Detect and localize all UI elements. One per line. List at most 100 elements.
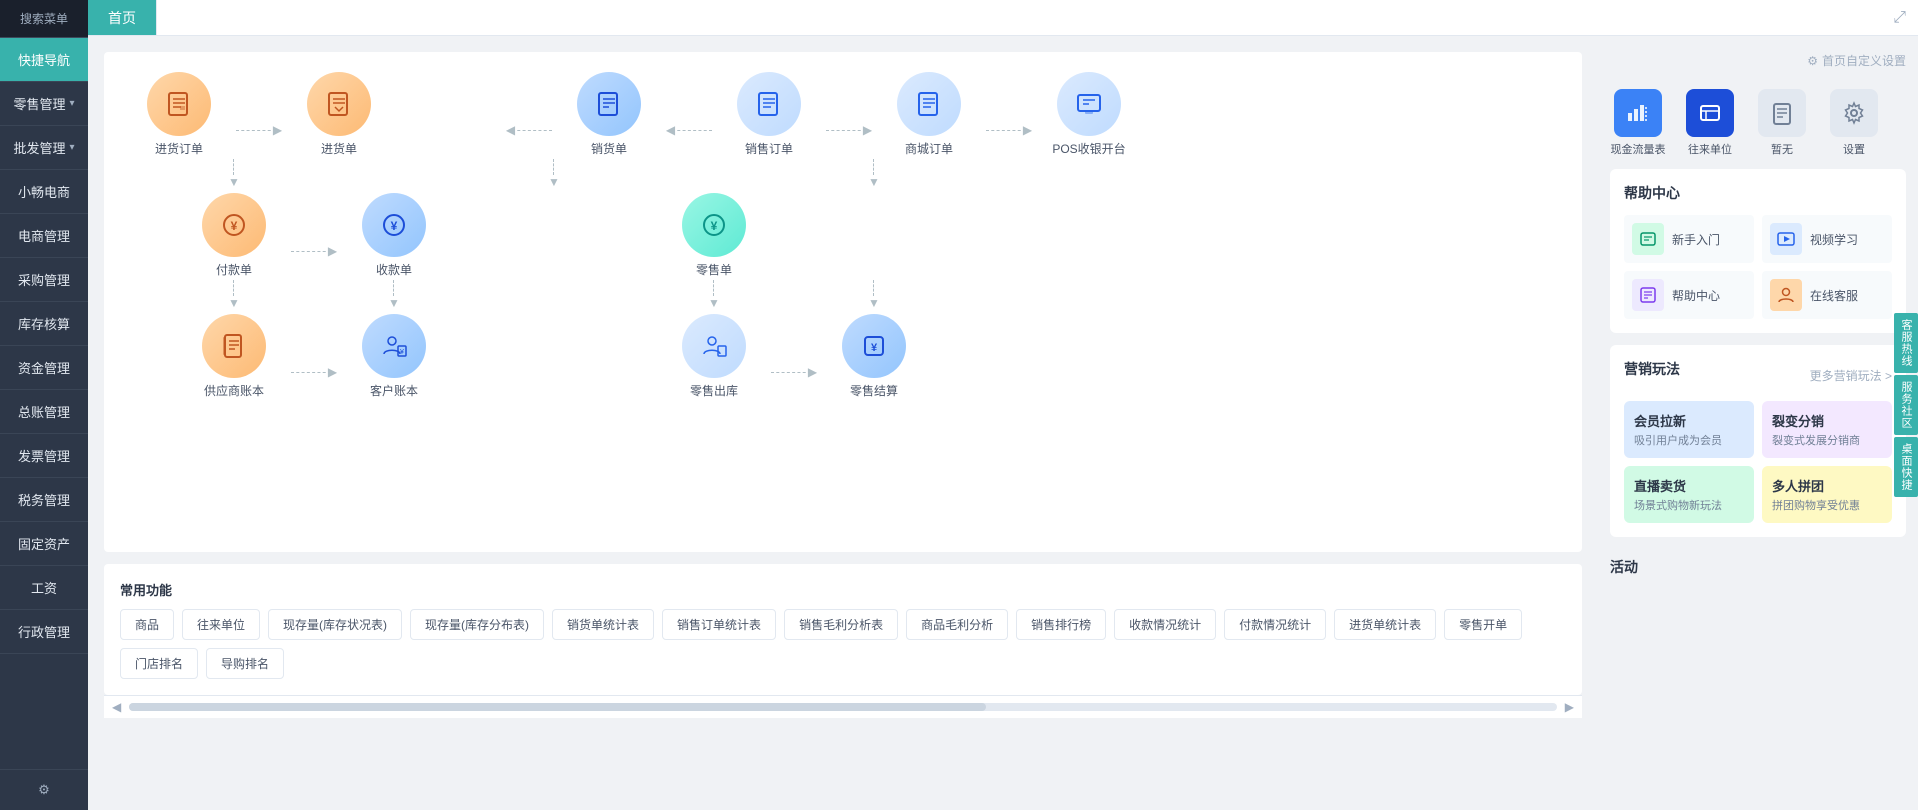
quick-nav-cashflow[interactable]: 现金流量表 <box>1610 89 1666 157</box>
sidebar-item-ledger[interactable]: 总账管理 <box>0 390 88 434</box>
quick-nav-settings[interactable]: 设置 <box>1826 89 1882 157</box>
flow-node-purchase[interactable]: 进货单 <box>284 72 394 157</box>
sidebar-item-tax[interactable]: 税务管理 <box>0 478 88 522</box>
activity-section: 活动 <box>1610 549 1906 581</box>
fission-desc: 裂变式发展分销商 <box>1772 432 1882 448</box>
sidebar-item-purchase[interactable]: 采购管理 <box>0 258 88 302</box>
svg-text:¥: ¥ <box>400 349 404 356</box>
marketing-item-live[interactable]: 直播卖货 场景式购物新玩法 <box>1624 466 1754 523</box>
retail-label: 零售单 <box>696 261 732 278</box>
func-btn-sales-order-stats[interactable]: 销售订单统计表 <box>662 609 776 640</box>
flow-node-sales[interactable]: 销货单 <box>554 72 664 157</box>
func-btn-sales-rank[interactable]: 销售排行榜 <box>1016 609 1106 640</box>
retail-settle-icon: ¥ <box>842 314 906 378</box>
func-btn-purchase-stats[interactable]: 进货单统计表 <box>1334 609 1436 640</box>
sidebar-item-assets[interactable]: 固定资产 <box>0 522 88 566</box>
help-item-help-center[interactable]: 帮助中心 <box>1624 271 1754 319</box>
func-btn-product[interactable]: 商品 <box>120 609 174 640</box>
sidebar-item-ecom[interactable]: 电商管理 <box>0 214 88 258</box>
mall-order-label: 商城订单 <box>905 140 953 157</box>
scroll-left-arrow[interactable]: ◀ <box>112 700 121 714</box>
float-btn-community[interactable]: 服务社区 <box>1894 375 1918 435</box>
sidebar-item-retail[interactable]: 零售管理 ▾ <box>0 82 88 126</box>
marketing-item-member[interactable]: 会员拉新 吸引用户成为会员 <box>1624 401 1754 458</box>
flow-node-payment[interactable]: ¥ 付款单 <box>179 193 289 278</box>
func-btn-sales-stats[interactable]: 销货单统计表 <box>552 609 654 640</box>
func-btn-stock-status[interactable]: 现存量(库存状况表) <box>268 609 402 640</box>
none-label: 暂无 <box>1771 141 1793 157</box>
tab-home[interactable]: 首页 <box>88 0 157 35</box>
sidebar-item-inventory[interactable]: 库存核算 <box>0 302 88 346</box>
arrow-3-4: ◀ <box>504 123 554 157</box>
expand-icon[interactable]: ⤢ <box>1881 0 1918 35</box>
svg-text:¥: ¥ <box>391 219 398 233</box>
flow-node-supplier-book[interactable]: 供应商账本 <box>179 314 289 399</box>
flow-section: 进货订单 ▶ <box>124 72 1562 532</box>
float-btn-hotline[interactable]: 客服热线 <box>1894 313 1918 373</box>
help-center-title: 帮助中心 <box>1624 183 1892 203</box>
none-icon-box <box>1758 89 1806 137</box>
func-btn-payment-stats[interactable]: 付款情况统计 <box>1224 609 1326 640</box>
func-btn-store-rank[interactable]: 门店排名 <box>120 648 198 679</box>
arrow-6-7: ▶ <box>984 123 1034 157</box>
flow-card: 进货订单 ▶ <box>104 52 1582 552</box>
sidebar-settings[interactable]: ⚙ <box>0 769 88 810</box>
scroll-track[interactable] <box>129 703 1557 711</box>
marketing-item-fission[interactable]: 裂变分销 裂变式发展分销商 <box>1762 401 1892 458</box>
sidebar-item-quick-nav[interactable]: 快捷导航 <box>0 38 88 82</box>
sidebar-item-label: 发票管理 <box>18 446 70 465</box>
sidebar-item-label: 库存核算 <box>18 314 70 333</box>
flow-node-retail-settle[interactable]: ¥ 零售结算 <box>819 314 929 399</box>
help-item-online-cs[interactable]: 在线客服 <box>1762 271 1892 319</box>
help-item-beginner[interactable]: 新手入门 <box>1624 215 1754 263</box>
marketing-item-group[interactable]: 多人拼团 拼团购物享受优惠 <box>1762 466 1892 523</box>
more-marketing-link[interactable]: 更多营销玩法 > <box>1810 367 1892 384</box>
flow-node-pos[interactable]: POS收银开台 <box>1034 72 1144 157</box>
member-desc: 吸引用户成为会员 <box>1634 432 1744 448</box>
help-item-video[interactable]: 视频学习 <box>1762 215 1892 263</box>
sidebar-item-ecom-small[interactable]: 小畅电商 <box>0 170 88 214</box>
content-area: 进货订单 ▶ <box>88 36 1918 810</box>
arrow-5-6: ▶ <box>824 123 874 157</box>
payment-icon: ¥ <box>202 193 266 257</box>
sidebar-item-label: 采购管理 <box>18 270 70 289</box>
func-btn-sales-margin[interactable]: 销售毛利分析表 <box>784 609 898 640</box>
flow-node-receipt[interactable]: ¥ 收款单 <box>339 193 449 278</box>
func-btn-guide-rank[interactable]: 导购排名 <box>206 648 284 679</box>
quick-nav-none[interactable]: 暂无 <box>1754 89 1810 157</box>
func-btn-counterparty[interactable]: 往来单位 <box>182 609 260 640</box>
sidebar-item-payroll[interactable]: 工资 <box>0 566 88 610</box>
fission-title: 裂变分销 <box>1772 411 1882 430</box>
customize-link[interactable]: ⚙ 首页自定义设置 <box>1807 52 1906 69</box>
common-functions-section: 常用功能 商品 往来单位 现存量(库存状况表) 现存量(库存分布表) 销货单统计… <box>104 564 1582 695</box>
right-panel: ⚙ 首页自定义设置 现金流量表 <box>1598 36 1918 810</box>
flow-node-retail[interactable]: ¥ 零售单 <box>659 193 769 278</box>
purchase-order-label: 进货订单 <box>155 140 203 157</box>
chevron-down-icon: ▾ <box>69 98 74 109</box>
func-btn-retail-order[interactable]: 零售开单 <box>1444 609 1522 640</box>
func-btn-product-margin[interactable]: 商品毛利分析 <box>906 609 1008 640</box>
payment-label: 付款单 <box>216 261 252 278</box>
sidebar-search[interactable]: 搜索菜单 <box>0 0 88 38</box>
flow-node-customer-book[interactable]: ¥ 客户账本 <box>339 314 449 399</box>
scroll-right-arrow[interactable]: ▶ <box>1565 700 1574 714</box>
svg-text:¥: ¥ <box>871 342 878 354</box>
float-btn-desktop[interactable]: 桌面快捷 <box>1894 437 1918 497</box>
func-btn-stock-dist[interactable]: 现存量(库存分布表) <box>410 609 544 640</box>
pos-icon <box>1057 72 1121 136</box>
sidebar-item-finance[interactable]: 资金管理 <box>0 346 88 390</box>
flow-node-retail-out[interactable]: 零售出库 <box>659 314 769 399</box>
flow-node-sales-order[interactable]: 销售订单 <box>714 72 824 157</box>
sidebar-item-label: 零售管理 <box>13 94 65 113</box>
flow-node-purchase-order[interactable]: 进货订单 <box>124 72 234 157</box>
sidebar-item-invoice[interactable]: 发票管理 <box>0 434 88 478</box>
sidebar-item-admin[interactable]: 行政管理 <box>0 610 88 654</box>
sidebar-item-wholesale[interactable]: 批发管理 ▾ <box>0 126 88 170</box>
marketing-section: 营销玩法 更多营销玩法 > 会员拉新 吸引用户成为会员 裂变分销 裂变式发展分销… <box>1610 345 1906 537</box>
flow-row-3: 供应商账本 ▶ <box>124 314 1562 399</box>
counterparty-icon-box <box>1686 89 1734 137</box>
func-btn-receipt-stats[interactable]: 收款情况统计 <box>1114 609 1216 640</box>
settings-label: 设置 <box>1843 141 1865 157</box>
quick-nav-counterparty[interactable]: 往来单位 <box>1682 89 1738 157</box>
flow-node-mall-order[interactable]: 商城订单 <box>874 72 984 157</box>
